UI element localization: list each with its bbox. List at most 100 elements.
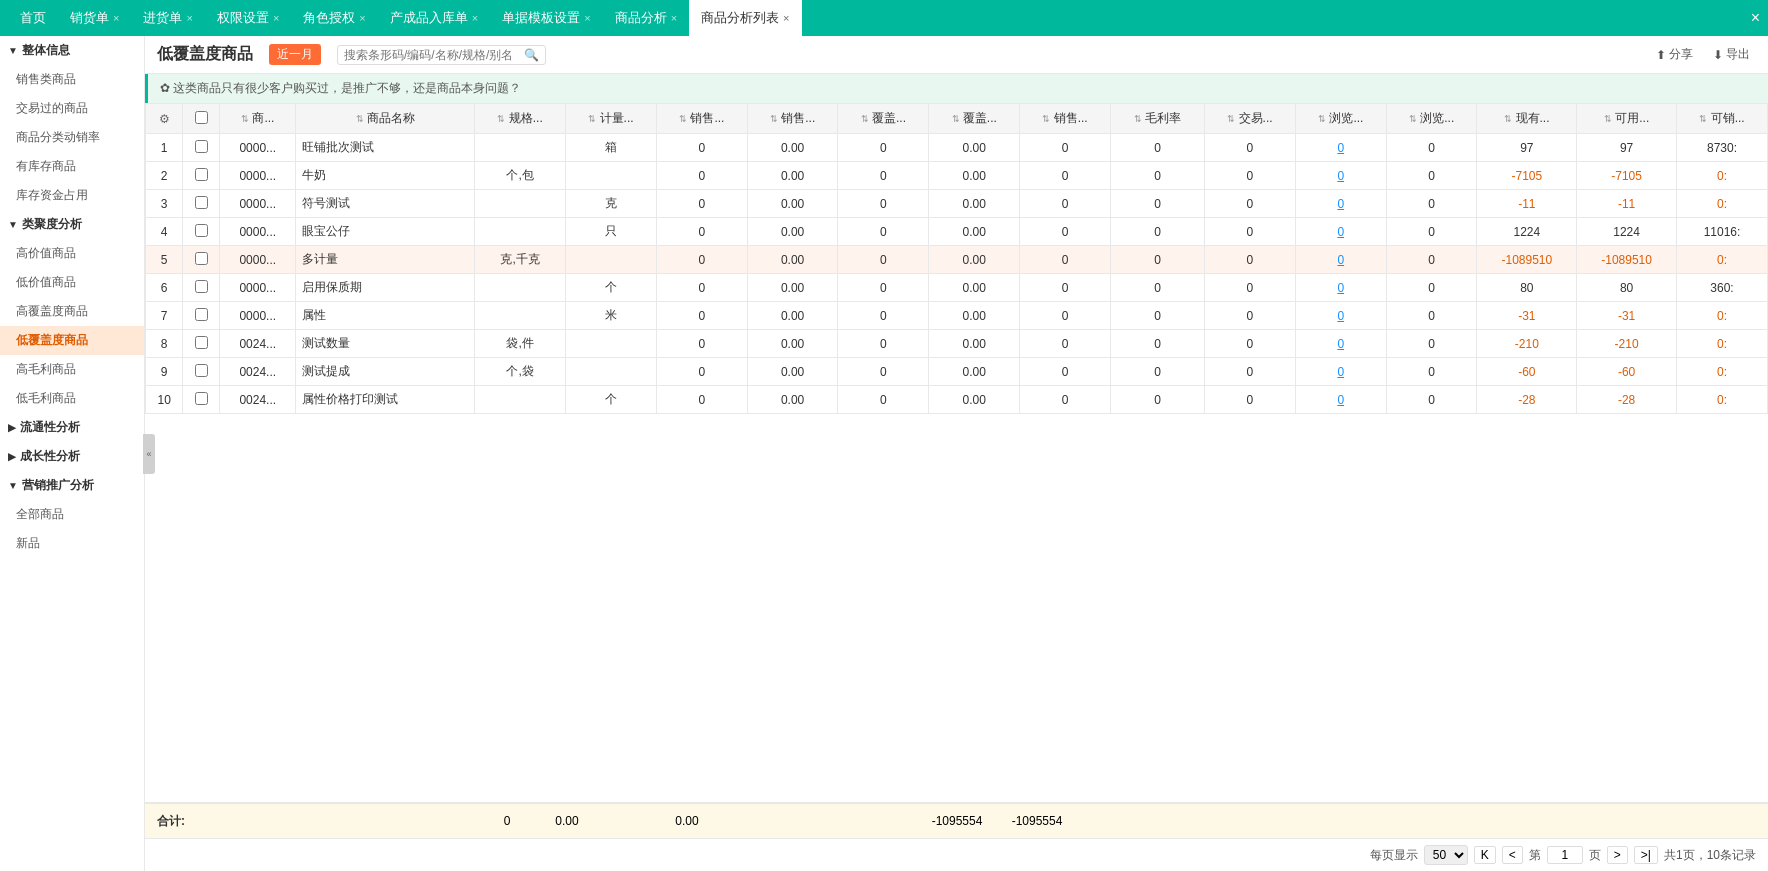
row-select-checkbox[interactable] bbox=[195, 336, 208, 349]
row-select-checkbox[interactable] bbox=[195, 168, 208, 181]
row-select-checkbox[interactable] bbox=[195, 252, 208, 265]
nav-close-icon[interactable]: × bbox=[113, 12, 119, 24]
sidebar-item-inventory-capital[interactable]: 库存资金占用 bbox=[0, 181, 144, 210]
close-all-tabs-button[interactable]: × bbox=[1751, 9, 1760, 27]
row-browse1[interactable]: 0 bbox=[1295, 162, 1386, 190]
nav-product-warehouse[interactable]: 产成品入库单 × bbox=[378, 0, 490, 36]
next-page-button[interactable]: > bbox=[1607, 846, 1628, 864]
sidebar-section-overall[interactable]: ▼ 整体信息 bbox=[0, 36, 144, 65]
row-checkbox[interactable] bbox=[183, 330, 220, 358]
sidebar-item-high-margin[interactable]: 高毛利商品 bbox=[0, 355, 144, 384]
row-checkbox[interactable] bbox=[183, 218, 220, 246]
sidebar-section-growth[interactable]: ▶ 成长性分析 bbox=[0, 442, 144, 471]
row-checkbox[interactable] bbox=[183, 274, 220, 302]
nav-permissions[interactable]: 权限设置 × bbox=[205, 0, 291, 36]
sidebar-section-flow[interactable]: ▶ 流通性分析 bbox=[0, 413, 144, 442]
nav-product-analysis-list[interactable]: 商品分析列表 × bbox=[689, 0, 801, 36]
row-sales3: 0 bbox=[1020, 358, 1111, 386]
nav-home[interactable]: 首页 bbox=[8, 0, 58, 36]
sales3-column-header[interactable]: ⇅ 销售... bbox=[1020, 104, 1111, 134]
sidebar-toggle-button[interactable]: « bbox=[143, 434, 155, 474]
row-select-checkbox[interactable] bbox=[195, 140, 208, 153]
nav-purchase-order[interactable]: 进货单 × bbox=[131, 0, 204, 36]
row-select-checkbox[interactable] bbox=[195, 224, 208, 237]
row-browse1[interactable]: 0 bbox=[1295, 190, 1386, 218]
row-checkbox[interactable] bbox=[183, 358, 220, 386]
settings-icon[interactable]: ⚙ bbox=[159, 112, 170, 126]
row-browse1[interactable]: 0 bbox=[1295, 302, 1386, 330]
row-checkbox[interactable] bbox=[183, 134, 220, 162]
gear-column-header[interactable]: ⚙ bbox=[146, 104, 183, 134]
last-page-button[interactable]: >| bbox=[1634, 846, 1658, 864]
sales2-column-header[interactable]: ⇅ 销售... bbox=[747, 104, 838, 134]
nav-close-icon[interactable]: × bbox=[359, 12, 365, 24]
row-checkbox[interactable] bbox=[183, 190, 220, 218]
nav-close-icon[interactable]: × bbox=[671, 12, 677, 24]
row-checkbox[interactable] bbox=[183, 162, 220, 190]
sidebar-item-low-coverage[interactable]: 低覆盖度商品 bbox=[0, 326, 144, 355]
export-button[interactable]: ⬇ 导出 bbox=[1707, 44, 1756, 65]
share-button[interactable]: ⬆ 分享 bbox=[1650, 44, 1699, 65]
unit-column-header[interactable]: ⇅ 计量... bbox=[566, 104, 657, 134]
row-checkbox[interactable] bbox=[183, 386, 220, 414]
nav-close-icon[interactable]: × bbox=[273, 12, 279, 24]
cover2-column-header[interactable]: ⇅ 覆盖... bbox=[929, 104, 1020, 134]
row-browse1[interactable]: 0 bbox=[1295, 330, 1386, 358]
nav-close-icon[interactable]: × bbox=[472, 12, 478, 24]
sidebar-item-new-goods[interactable]: 新品 bbox=[0, 529, 144, 558]
browse2-column-header[interactable]: ⇅ 浏览... bbox=[1386, 104, 1477, 134]
sidebar-item-all-goods[interactable]: 全部商品 bbox=[0, 500, 144, 529]
search-icon[interactable]: 🔍 bbox=[524, 48, 539, 62]
browse1-column-header[interactable]: ⇅ 浏览... bbox=[1295, 104, 1386, 134]
row-browse1[interactable]: 0 bbox=[1295, 134, 1386, 162]
row-select-checkbox[interactable] bbox=[195, 364, 208, 377]
nav-close-icon[interactable]: × bbox=[584, 12, 590, 24]
name-column-header[interactable]: ⇅ 商品名称 bbox=[296, 104, 475, 134]
spec-column-header[interactable]: ⇅ 规格... bbox=[475, 104, 566, 134]
sidebar-item-category-rate[interactable]: 商品分类动销率 bbox=[0, 123, 144, 152]
sales1-column-header[interactable]: ⇅ 销售... bbox=[656, 104, 747, 134]
nav-doc-template[interactable]: 单据模板设置 × bbox=[490, 0, 602, 36]
sidebar-item-high-coverage[interactable]: 高覆盖度商品 bbox=[0, 297, 144, 326]
row-browse1[interactable]: 0 bbox=[1295, 274, 1386, 302]
grossrate-column-header[interactable]: ⇅ 毛利率 bbox=[1110, 104, 1204, 134]
checkbox-column-header[interactable] bbox=[183, 104, 220, 134]
row-browse1[interactable]: 0 bbox=[1295, 386, 1386, 414]
row-select-checkbox[interactable] bbox=[195, 196, 208, 209]
row-select-checkbox[interactable] bbox=[195, 280, 208, 293]
trade-column-header[interactable]: ⇅ 交易... bbox=[1205, 104, 1296, 134]
row-select-checkbox[interactable] bbox=[195, 392, 208, 405]
page-number-input[interactable] bbox=[1547, 846, 1583, 864]
nav-close-icon[interactable]: × bbox=[783, 12, 789, 24]
search-input[interactable] bbox=[344, 48, 524, 62]
prev-page-button[interactable]: < bbox=[1502, 846, 1523, 864]
nav-role-auth[interactable]: 角色授权 × bbox=[291, 0, 377, 36]
first-page-button[interactable]: K bbox=[1474, 846, 1496, 864]
nav-product-analysis[interactable]: 商品分析 × bbox=[603, 0, 689, 36]
table-row: 4 0000... 眼宝公仔 只 0 0.00 0 0.00 0 0 0 0 0… bbox=[146, 218, 1768, 246]
row-browse1[interactable]: 0 bbox=[1295, 358, 1386, 386]
sidebar-section-cluster[interactable]: ▼ 类聚度分析 bbox=[0, 210, 144, 239]
time-filter-button[interactable]: 近一月 bbox=[269, 44, 321, 65]
row-checkbox[interactable] bbox=[183, 302, 220, 330]
row-browse1[interactable]: 0 bbox=[1295, 246, 1386, 274]
nav-close-icon[interactable]: × bbox=[186, 12, 192, 24]
sidebar-item-high-value[interactable]: 高价值商品 bbox=[0, 239, 144, 268]
select-all-checkbox[interactable] bbox=[195, 111, 208, 124]
row-checkbox[interactable] bbox=[183, 246, 220, 274]
sidebar-item-sales-goods[interactable]: 销售类商品 bbox=[0, 65, 144, 94]
nav-sales-order[interactable]: 销货单 × bbox=[58, 0, 131, 36]
sidebar-section-marketing[interactable]: ▼ 营销推广分析 bbox=[0, 471, 144, 500]
row-browse1[interactable]: 0 bbox=[1295, 218, 1386, 246]
cover1-column-header[interactable]: ⇅ 覆盖... bbox=[838, 104, 929, 134]
sidebar-item-traded-goods[interactable]: 交易过的商品 bbox=[0, 94, 144, 123]
per-page-select[interactable]: 50 bbox=[1424, 845, 1468, 865]
sidebar-item-low-value[interactable]: 低价值商品 bbox=[0, 268, 144, 297]
code-column-header[interactable]: ⇅ 商... bbox=[220, 104, 296, 134]
usable-column-header[interactable]: ⇅ 可用... bbox=[1577, 104, 1677, 134]
current-column-header[interactable]: ⇅ 现有... bbox=[1477, 104, 1577, 134]
sellable-column-header[interactable]: ⇅ 可销... bbox=[1677, 104, 1768, 134]
row-select-checkbox[interactable] bbox=[195, 308, 208, 321]
sidebar-item-low-margin[interactable]: 低毛利商品 bbox=[0, 384, 144, 413]
sidebar-item-in-stock[interactable]: 有库存商品 bbox=[0, 152, 144, 181]
